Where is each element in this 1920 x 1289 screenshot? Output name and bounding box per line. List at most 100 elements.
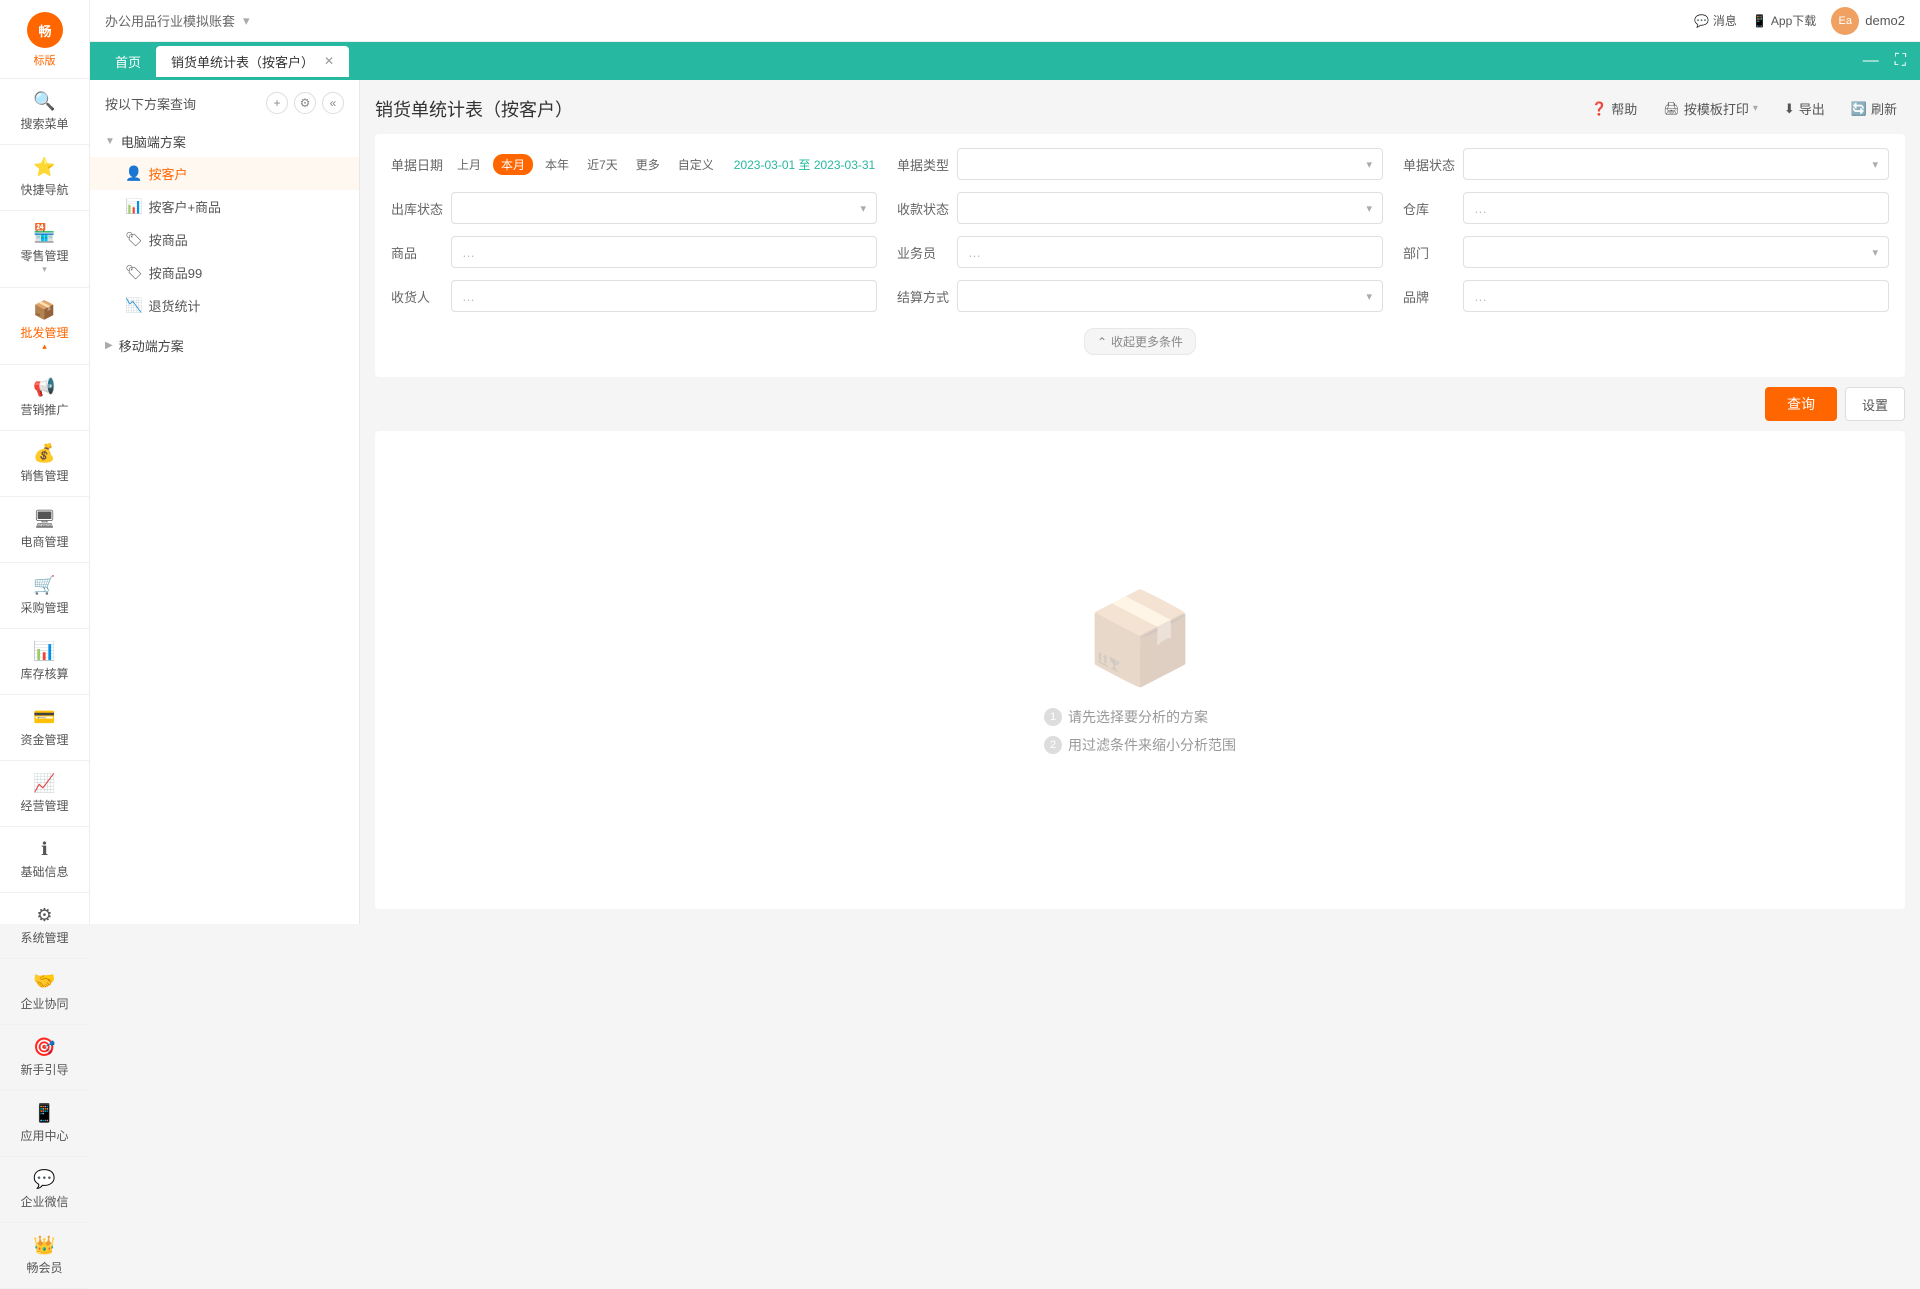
salesperson-input[interactable]: … [957, 236, 1383, 268]
tab-maximize-button[interactable]: ⛶ [1891, 48, 1910, 74]
svg-text:畅: 畅 [38, 24, 51, 39]
sidebar-item-member[interactable]: 👑 畅会员 [0, 1223, 89, 1289]
mobile-plan-label: 移动端方案 [119, 336, 184, 355]
warehouse-placeholder: … [1474, 201, 1878, 216]
date-tab-thismonth[interactable]: 本月 [493, 154, 533, 175]
salesperson-filter: 业务员 … [897, 236, 1383, 268]
mobile-plan-group-title[interactable]: ▶ 移动端方案 [90, 330, 359, 361]
export-button[interactable]: ⬇ 导出 [1776, 95, 1833, 122]
consignee-input[interactable]: … [451, 280, 877, 312]
date-tab-more[interactable]: 更多 [630, 154, 666, 175]
sidebar-item-inventory[interactable]: 📊 库存核算 [0, 629, 89, 695]
date-tab-custom[interactable]: 自定义 [672, 154, 720, 175]
sidebar-item-wholesale[interactable]: 📦 批发管理 ▴ [0, 288, 89, 365]
sidebar-item-sales[interactable]: 💰 销售管理 [0, 431, 89, 497]
pc-plan-group: ▼ 电脑端方案 👤 按客户 📊 按客户+商品 🏷 按商品 🏷 按商品 [90, 122, 359, 326]
doc-type-input[interactable]: ▾ [957, 148, 1383, 180]
wholesale-arrow: ▴ [42, 341, 47, 352]
tab-home[interactable]: 首页 [100, 46, 156, 77]
return-icon: 📉 [125, 297, 142, 314]
plan-item-by-goods[interactable]: 🏷 按商品 [90, 223, 359, 256]
payment-status-input[interactable]: ▾ [957, 192, 1383, 224]
date-tab-thisyear[interactable]: 本年 [539, 154, 575, 175]
ecommerce-icon: 🖥 [33, 509, 56, 530]
doc-type-label: 单据类型 [897, 155, 949, 174]
top-nav-right: 💬 消息 📱 App下载 Ea demo2 [1694, 7, 1905, 35]
sidebar-item-retail[interactable]: 🏪 零售管理 ▾ [0, 211, 89, 288]
content-area: 按以下方案查询 + ⚙ « ▼ 电脑端方案 [90, 80, 1920, 924]
doc-status-input[interactable]: ▾ [1463, 148, 1889, 180]
plan-item-by-goods99[interactable]: 🏷 按商品99 [90, 256, 359, 289]
sidebar: 畅 标版 🔍 搜索菜单 ⭐ 快捷导航 🏪 零售管理 ▾ 📦 批发管理 ▴ 📢 营… [0, 0, 90, 924]
sidebar-item-quicknav[interactable]: ⭐ 快捷导航 [0, 145, 89, 211]
doc-status-filter: 单据状态 ▾ [1403, 148, 1889, 180]
doc-status-arrow: ▾ [1872, 158, 1878, 171]
sidebar-item-search[interactable]: 🔍 搜索菜单 [0, 79, 89, 145]
app-download-button[interactable]: 📱 App下载 [1752, 12, 1816, 29]
sidebar-logo[interactable]: 畅 标版 [0, 0, 89, 79]
app-title-arrow[interactable]: ▾ [243, 13, 250, 29]
sidebar-item-wechat[interactable]: 💬 企业微信 [0, 1157, 89, 1223]
department-arrow: ▾ [1872, 246, 1878, 259]
action-bar: 查询 设置 [375, 387, 1905, 421]
plan-item-by-customer[interactable]: 👤 按客户 [90, 157, 359, 190]
plan-item-by-customer-goods[interactable]: 📊 按客户+商品 [90, 190, 359, 223]
sidebar-item-system[interactable]: ⚙ 系统管理 [0, 893, 89, 959]
sidebar-item-collab[interactable]: 🤝 企业协同 [0, 959, 89, 1025]
add-plan-button[interactable]: + [266, 92, 288, 114]
tab-sales-stats[interactable]: 销货单统计表（按客户） ✕ [156, 46, 349, 77]
sidebar-item-ecommerce[interactable]: 🖥 电商管理 [0, 497, 89, 563]
sidebar-item-basics-label: 基础信息 [20, 863, 68, 880]
settlement-input[interactable]: ▾ [957, 280, 1383, 312]
export-icon: ⬇ [1784, 101, 1795, 117]
date-label: 单据日期 [391, 155, 443, 174]
pc-plan-group-title[interactable]: ▼ 电脑端方案 [90, 126, 359, 157]
help-button[interactable]: ❓ 帮助 [1583, 95, 1645, 122]
date-tab-lastmonth[interactable]: 上月 [451, 154, 487, 175]
retail-icon: 🏪 [33, 223, 55, 244]
date-tabs: 上月 本月 本年 近7天 更多 自定义 2023-03-01 至 2023-03… [451, 154, 875, 175]
left-panel: 按以下方案查询 + ⚙ « ▼ 电脑端方案 [90, 80, 360, 924]
consignee-label: 收货人 [391, 287, 443, 306]
date-tab-7days[interactable]: 近7天 [581, 154, 624, 175]
brand-filter: 品牌 … [1403, 280, 1889, 312]
message-button[interactable]: 💬 消息 [1694, 12, 1737, 29]
query-button[interactable]: 查询 [1765, 387, 1837, 421]
out-status-input[interactable]: ▾ [451, 192, 877, 224]
print-button[interactable]: 🖨 按模板打印 ▾ [1655, 95, 1766, 122]
empty-illustration: 📦 [1084, 586, 1196, 691]
brand-input[interactable]: … [1463, 280, 1889, 312]
page-header: 销货单统计表（按客户） ❓ 帮助 🖨 按模板打印 ▾ ⬇ 导出 [375, 95, 1905, 122]
plan-item-return-stats[interactable]: 📉 退货统计 [90, 289, 359, 322]
department-input[interactable]: ▾ [1463, 236, 1889, 268]
warehouse-input[interactable]: … [1463, 192, 1889, 224]
customer-icon: 👤 [125, 165, 142, 182]
sidebar-item-basics[interactable]: ℹ 基础信息 [0, 827, 89, 893]
tip-num-1: 1 [1044, 708, 1062, 726]
empty-tip-2: 2 用过滤条件来缩小分析范围 [1044, 735, 1236, 755]
payment-status-arrow: ▾ [1366, 202, 1372, 215]
goods-input[interactable]: … [451, 236, 877, 268]
collapse-panel-button[interactable]: « [322, 92, 344, 114]
sidebar-item-collab-label: 企业协同 [20, 995, 68, 1012]
pc-plan-arrow: ▼ [105, 136, 115, 147]
settings-button[interactable]: 设置 [1845, 387, 1905, 421]
tab-close-icon[interactable]: ✕ [324, 54, 334, 68]
tab-minimize-button[interactable]: — [1859, 48, 1883, 74]
system-icon: ⚙ [36, 905, 52, 926]
plan-item-by-customer-goods-label: 按客户+商品 [148, 197, 221, 216]
doc-status-label: 单据状态 [1403, 155, 1455, 174]
right-panel: 销货单统计表（按客户） ❓ 帮助 🖨 按模板打印 ▾ ⬇ 导出 [360, 80, 1920, 924]
settings-plan-button[interactable]: ⚙ [294, 92, 316, 114]
sidebar-item-guide[interactable]: 🎯 新手引导 [0, 1025, 89, 1091]
sidebar-item-marketing-label: 营销推广 [20, 401, 68, 418]
sidebar-item-marketing[interactable]: 📢 营销推广 [0, 365, 89, 431]
sidebar-item-operations[interactable]: 📈 经营管理 [0, 761, 89, 827]
page-title: 销货单统计表（按客户） [375, 96, 573, 122]
user-menu[interactable]: Ea demo2 [1831, 7, 1905, 35]
sidebar-item-appcenter[interactable]: 📱 应用中心 [0, 1091, 89, 1157]
sidebar-item-purchase[interactable]: 🛒 采购管理 [0, 563, 89, 629]
sidebar-item-finance[interactable]: 💳 资金管理 [0, 695, 89, 761]
collapse-button[interactable]: ⌃ 收起更多条件 [1084, 328, 1196, 355]
refresh-button[interactable]: 🔄 刷新 [1843, 95, 1905, 122]
